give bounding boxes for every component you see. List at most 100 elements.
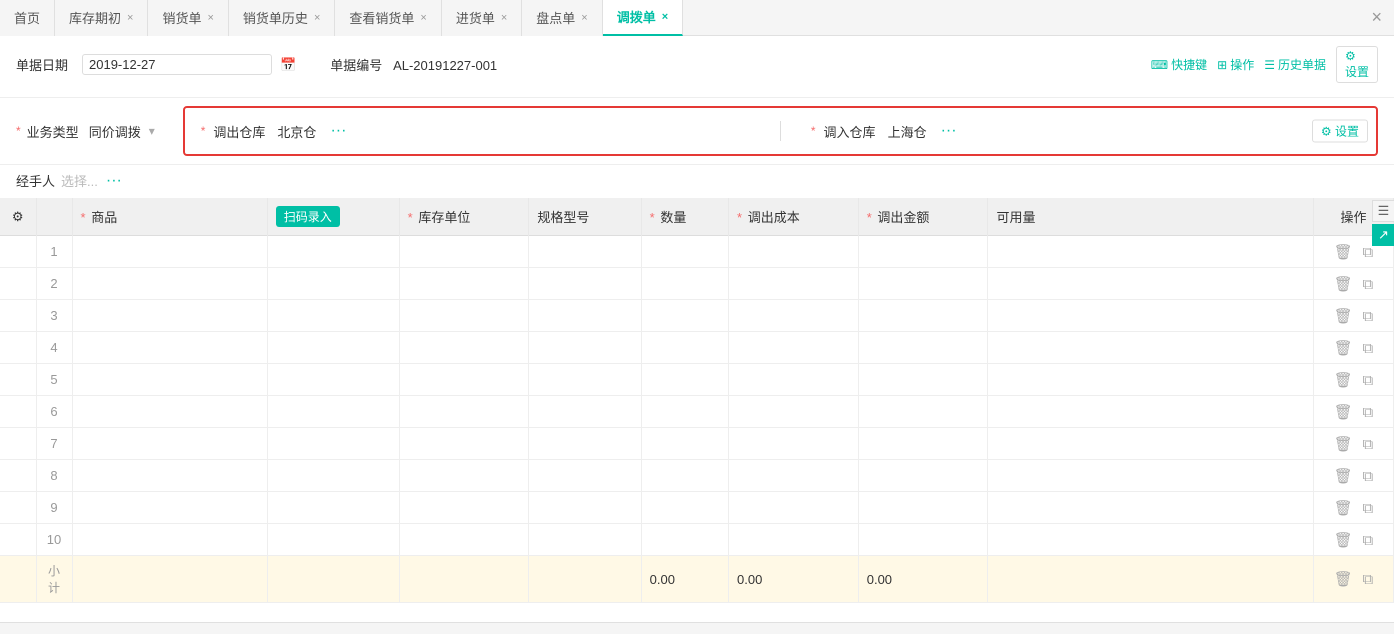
subtotal-delete-icon[interactable]: 🗑 bbox=[1334, 571, 1353, 588]
row-delete-icon[interactable]: 🗑 bbox=[1334, 372, 1353, 389]
row-delete-icon[interactable]: 🗑 bbox=[1334, 276, 1353, 293]
calendar-icon[interactable]: 📅 bbox=[280, 57, 296, 73]
subtotal-scan bbox=[267, 556, 399, 603]
tab-inventory-init[interactable]: 库存期初 × bbox=[55, 0, 148, 36]
row-product[interactable] bbox=[72, 332, 267, 364]
settings-button[interactable]: ⚙ 设置 bbox=[1336, 46, 1378, 83]
row-copy-icon[interactable]: ⧉ bbox=[1362, 308, 1373, 325]
date-input[interactable] bbox=[82, 54, 272, 75]
transfer-in-more[interactable]: ··· bbox=[941, 122, 957, 140]
row-product[interactable] bbox=[72, 460, 267, 492]
row-copy-icon[interactable]: ⧉ bbox=[1362, 276, 1373, 293]
operations-label: 操作 bbox=[1230, 56, 1254, 73]
tab-home[interactable]: 首页 bbox=[0, 0, 55, 36]
row-cost bbox=[729, 364, 859, 396]
row-delete-icon[interactable]: 🗑 bbox=[1334, 500, 1353, 517]
warehouse-settings-button[interactable]: ⚙ 设置 bbox=[1312, 120, 1368, 143]
right-panel-export-icon[interactable]: ↗ bbox=[1372, 224, 1394, 246]
tab-sales-order[interactable]: 销货单 × bbox=[148, 0, 228, 36]
row-product[interactable] bbox=[72, 492, 267, 524]
biz-type-dropdown-icon[interactable]: ▾ bbox=[149, 124, 155, 138]
tab-stocktake[interactable]: 盘点单 × bbox=[522, 0, 602, 36]
tab-sales-history-close[interactable]: × bbox=[314, 12, 320, 24]
row-qty[interactable] bbox=[641, 428, 728, 460]
biz-warehouse-row: * 业务类型 同价调拨 ▾ * 调出仓库 北京仓 ··· * 调入仓库 上海仓 … bbox=[0, 98, 1394, 165]
person-select[interactable]: 选择... bbox=[61, 171, 98, 190]
row-qty[interactable] bbox=[641, 524, 728, 556]
table-row: 小计 0.00 0.00 0.00 🗑 ⧉ bbox=[0, 556, 1394, 603]
row-delete-icon[interactable]: 🗑 bbox=[1334, 468, 1353, 485]
row-copy-icon[interactable]: ⧉ bbox=[1362, 244, 1373, 261]
transfer-in-label: 调入仓库 bbox=[824, 122, 876, 141]
table-scroll-area[interactable]: ⚙ * 商品 扫码录入 * 库存单位 规格型号 bbox=[0, 198, 1394, 622]
row-product[interactable] bbox=[72, 428, 267, 460]
row-qty[interactable] bbox=[641, 460, 728, 492]
row-product[interactable] bbox=[72, 300, 267, 332]
row-copy-icon[interactable]: ⧉ bbox=[1362, 404, 1373, 421]
row-delete-icon[interactable]: 🗑 bbox=[1334, 244, 1353, 261]
transfer-in-field: * 调入仓库 上海仓 ··· bbox=[811, 122, 1360, 141]
row-num: 8 bbox=[36, 460, 72, 492]
subtotal-unit bbox=[399, 556, 529, 603]
row-qty[interactable] bbox=[641, 332, 728, 364]
gear-col-header[interactable]: ⚙ bbox=[0, 198, 36, 236]
row-product[interactable] bbox=[72, 268, 267, 300]
history-btn[interactable]: ☰ 历史单据 bbox=[1264, 56, 1326, 73]
table-row: 6 🗑 ⧉ bbox=[0, 396, 1394, 428]
transfer-out-more[interactable]: ··· bbox=[330, 122, 346, 140]
row-product[interactable] bbox=[72, 524, 267, 556]
shortcuts-btn[interactable]: ⌨ 快捷键 bbox=[1151, 56, 1207, 73]
row-unit bbox=[399, 236, 529, 268]
row-copy-icon[interactable]: ⧉ bbox=[1362, 436, 1373, 453]
row-copy-icon[interactable]: ⧉ bbox=[1362, 532, 1373, 549]
row-op: 🗑 ⧉ bbox=[1314, 492, 1394, 524]
scan-button[interactable]: 扫码录入 bbox=[276, 206, 340, 227]
row-delete-icon[interactable]: 🗑 bbox=[1334, 532, 1353, 549]
row-spec bbox=[529, 492, 641, 524]
row-cost bbox=[729, 300, 859, 332]
tab-sales-order-close[interactable]: × bbox=[207, 12, 213, 24]
tab-sales-history[interactable]: 销货单历史 × bbox=[229, 0, 335, 36]
row-delete-icon[interactable]: 🗑 bbox=[1334, 340, 1353, 357]
horizontal-scrollbar[interactable] bbox=[0, 622, 1394, 634]
row-qty[interactable] bbox=[641, 492, 728, 524]
right-panel-list-icon[interactable]: ☰ bbox=[1372, 200, 1394, 222]
tab-stocktake-close[interactable]: × bbox=[581, 12, 587, 24]
row-qty[interactable] bbox=[641, 268, 728, 300]
row-copy-icon[interactable]: ⧉ bbox=[1362, 468, 1373, 485]
tab-transfer-close[interactable]: × bbox=[662, 11, 668, 23]
row-qty[interactable] bbox=[641, 396, 728, 428]
biz-type-value[interactable]: 同价调拨 bbox=[89, 122, 141, 141]
subtotal-copy-icon[interactable]: ⧉ bbox=[1362, 571, 1373, 588]
row-copy-icon[interactable]: ⧉ bbox=[1362, 340, 1373, 357]
row-spec bbox=[529, 268, 641, 300]
row-product[interactable] bbox=[72, 364, 267, 396]
person-more[interactable]: ··· bbox=[106, 172, 122, 190]
row-product[interactable] bbox=[72, 236, 267, 268]
row-qty[interactable] bbox=[641, 236, 728, 268]
row-qty[interactable] bbox=[641, 364, 728, 396]
row-qty[interactable] bbox=[641, 300, 728, 332]
subtotal-gear[interactable] bbox=[0, 556, 36, 603]
row-scan bbox=[267, 364, 399, 396]
tab-inventory-init-close[interactable]: × bbox=[127, 12, 133, 24]
row-cost bbox=[729, 396, 859, 428]
tab-view-sales-close[interactable]: × bbox=[420, 12, 426, 24]
window-close-button[interactable]: × bbox=[1371, 7, 1394, 28]
row-product[interactable] bbox=[72, 396, 267, 428]
tab-view-sales-label: 查看销货单 bbox=[349, 8, 414, 27]
row-copy-icon[interactable]: ⧉ bbox=[1362, 500, 1373, 517]
tab-purchase[interactable]: 进货单 × bbox=[442, 0, 522, 36]
operations-btn[interactable]: ⊞ 操作 bbox=[1217, 56, 1254, 73]
row-scan bbox=[267, 332, 399, 364]
row-delete-icon[interactable]: 🗑 bbox=[1334, 308, 1353, 325]
tab-view-sales[interactable]: 查看销货单 × bbox=[335, 0, 441, 36]
row-copy-icon[interactable]: ⧉ bbox=[1362, 372, 1373, 389]
tab-purchase-close[interactable]: × bbox=[501, 12, 507, 24]
row-num: 2 bbox=[36, 268, 72, 300]
tab-transfer[interactable]: 调拨单 × bbox=[603, 0, 683, 36]
row-delete-icon[interactable]: 🗑 bbox=[1334, 404, 1353, 421]
row-spec bbox=[529, 428, 641, 460]
row-delete-icon[interactable]: 🗑 bbox=[1334, 436, 1353, 453]
gear-icon[interactable]: ⚙ bbox=[12, 209, 24, 224]
